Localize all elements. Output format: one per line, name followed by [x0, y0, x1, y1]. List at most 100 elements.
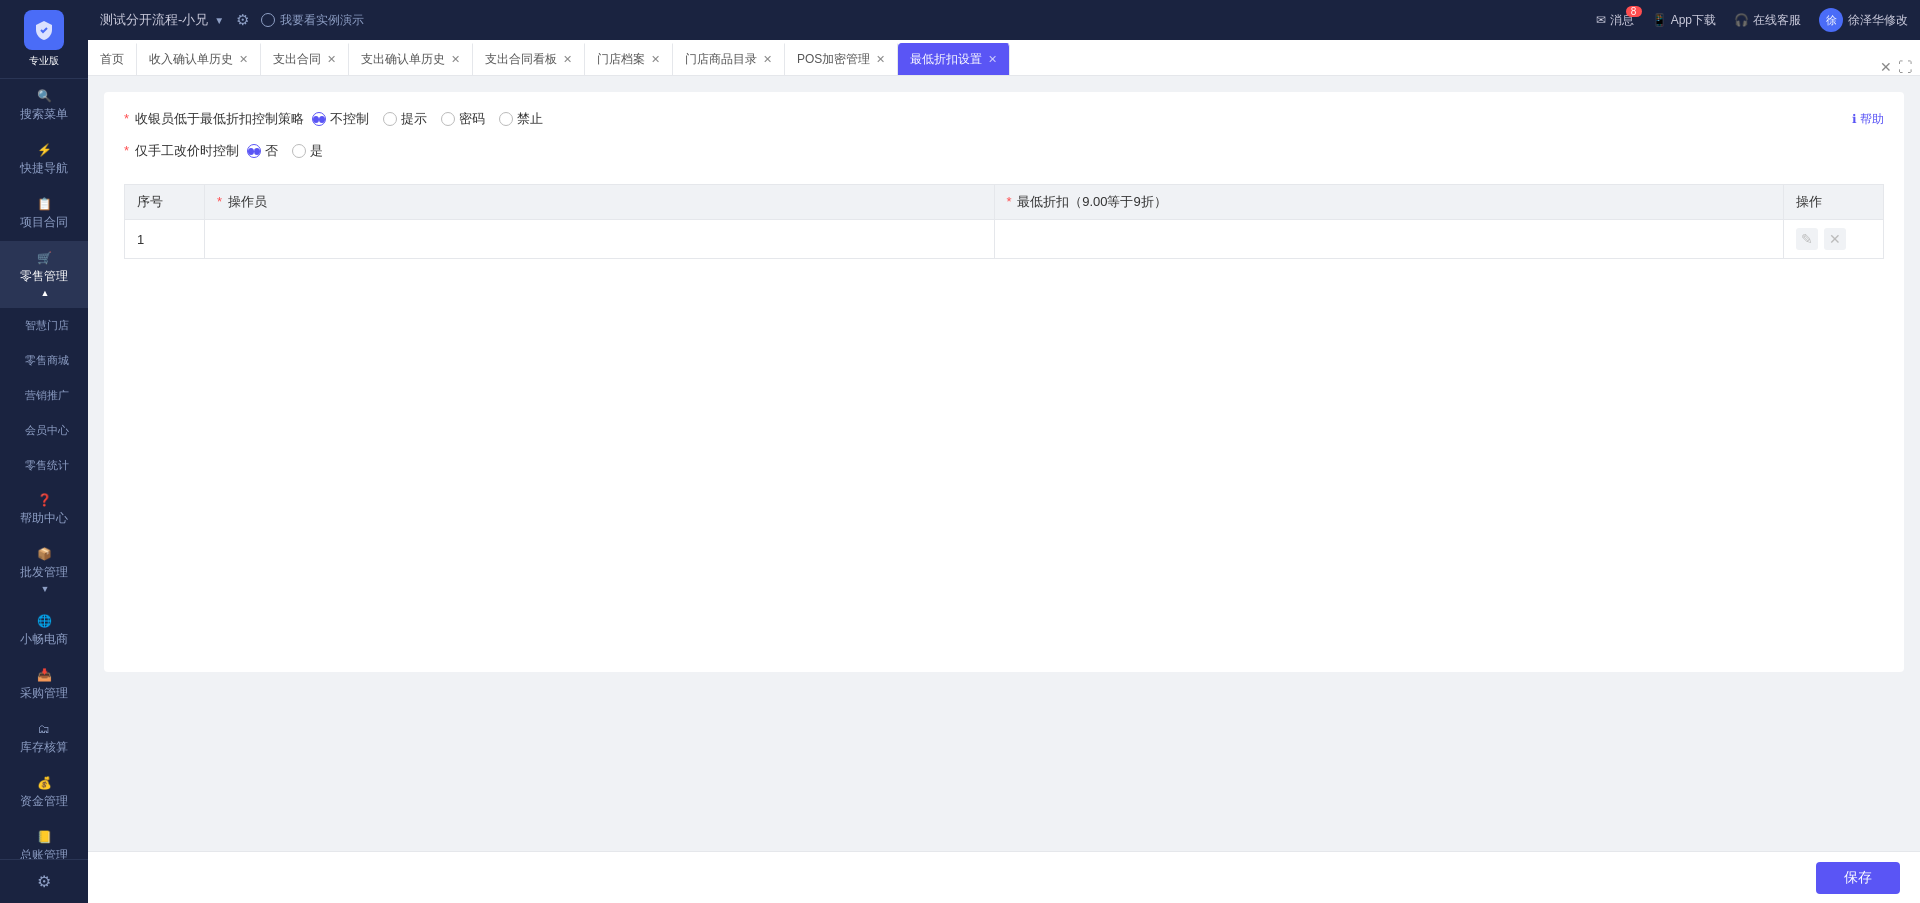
ledger-icon: 📒	[37, 830, 52, 844]
demo-link[interactable]: 我要看实例演示	[261, 12, 364, 29]
sidebar-bottom: ⚙	[0, 859, 88, 903]
chevron-down-icon: ▼	[41, 584, 50, 594]
project-selector[interactable]: 测试分开流程-小兄 ▼	[100, 11, 224, 29]
purchase-icon: 📥	[37, 668, 52, 682]
footer: 保存	[88, 851, 1920, 903]
tab-min-discount[interactable]: 最低折扣设置 ✕	[898, 43, 1010, 75]
close-tab-expense-history[interactable]: ✕	[451, 53, 460, 66]
chevron-up-icon: ▲	[41, 288, 50, 298]
delete-row-button-1[interactable]: ✕	[1824, 228, 1846, 250]
operator-input-1[interactable]	[217, 232, 982, 247]
close-tab-min-discount[interactable]: ✕	[988, 53, 997, 66]
field1-label: * 收银员低于最低折扣控制策略	[124, 110, 304, 128]
tab-store-file[interactable]: 门店档案 ✕	[585, 43, 673, 75]
messages-badge: 8	[1626, 6, 1642, 17]
logo-icon	[24, 10, 64, 50]
sidebar-item-wholesale[interactable]: 📦 批发管理 ▼	[0, 537, 88, 604]
tab-expense-history[interactable]: 支出确认单历史 ✕	[349, 43, 473, 75]
contract-icon: 📋	[37, 197, 52, 211]
discount-table: 序号 * 操作员 * 最低折扣（9.00等于9折） 操作	[124, 184, 1884, 259]
close-tab-pos-encryption[interactable]: ✕	[876, 53, 885, 66]
form-row-2: * 仅手工改价时控制 否 是	[124, 142, 1884, 160]
retail-icon: 🛒	[37, 251, 52, 265]
required-marker-1: *	[124, 111, 129, 126]
project-dropdown-arrow: ▼	[214, 15, 224, 26]
demo-circle-icon	[261, 13, 275, 27]
radio-forbid[interactable]: 禁止	[499, 110, 543, 128]
tab-expense-board[interactable]: 支出合同看板 ✕	[473, 43, 585, 75]
sidebar-item-purchase[interactable]: 📥 采购管理	[0, 658, 88, 712]
app-download-button[interactable]: 📱 App下载	[1652, 12, 1716, 29]
help-icon: ❓	[37, 493, 52, 507]
cell-operator-1[interactable]	[205, 220, 995, 259]
sidebar-nav: 🔍 搜索菜单 ⚡ 快捷导航 📋 项目合同 🛒 零售管理 ▲ 智慧门店 零售商城 …	[0, 79, 88, 859]
online-service-button[interactable]: 🎧 在线客服	[1734, 12, 1801, 29]
messages-button[interactable]: ✉ 消息 8	[1596, 12, 1634, 29]
sidebar-item-ecommerce[interactable]: 🌐 小畅电商	[0, 604, 88, 658]
help-link[interactable]: ℹ 帮助	[1852, 111, 1884, 128]
ecommerce-icon: 🌐	[37, 614, 52, 628]
sidebar-item-quicknav[interactable]: ⚡ 快捷导航	[0, 133, 88, 187]
tab-expense-contract[interactable]: 支出合同 ✕	[261, 43, 349, 75]
sidebar-item-help[interactable]: ❓ 帮助中心	[0, 483, 88, 537]
close-all-tabs-button[interactable]: ✕	[1880, 59, 1892, 75]
tab-store-products[interactable]: 门店商品目录 ✕	[673, 43, 785, 75]
message-icon: ✉	[1596, 13, 1606, 27]
radio-hint[interactable]: 提示	[383, 110, 427, 128]
radio-password[interactable]: 密码	[441, 110, 485, 128]
user-profile[interactable]: 徐 徐泽华修改	[1819, 8, 1908, 32]
field2-label: * 仅手工改价时控制	[124, 142, 239, 160]
logo-text: 专业版	[29, 54, 59, 68]
close-tab-income-history[interactable]: ✕	[239, 53, 248, 66]
col-operator: * 操作员	[205, 185, 995, 220]
inventory-icon: 🗂	[38, 722, 50, 736]
radio-no-control[interactable]: 不控制	[312, 110, 369, 128]
radio-circle-no-control	[312, 112, 326, 126]
col-min-discount: * 最低折扣（9.00等于9折）	[994, 185, 1784, 220]
topbar: 测试分开流程-小兄 ▼ ⚙ 我要看实例演示 ✉ 消息 8 📱 App下载 🎧 在…	[88, 0, 1920, 40]
sidebar: 专业版 🔍 搜索菜单 ⚡ 快捷导航 📋 项目合同 🛒 零售管理 ▲ 智慧门店 零…	[0, 0, 88, 903]
save-button[interactable]: 保存	[1816, 862, 1900, 894]
fullscreen-button[interactable]: ⛶	[1898, 59, 1912, 75]
sidebar-item-retail-stats[interactable]: 零售统计	[0, 448, 88, 483]
close-tab-expense-contract[interactable]: ✕	[327, 53, 336, 66]
sidebar-item-contract[interactable]: 📋 项目合同	[0, 187, 88, 241]
radio-no[interactable]: 否	[247, 142, 278, 160]
col-action: 操作	[1784, 185, 1884, 220]
project-name: 测试分开流程-小兄	[100, 11, 208, 29]
topbar-right: ✉ 消息 8 📱 App下载 🎧 在线客服 徐 徐泽华修改	[1596, 8, 1908, 32]
sidebar-logo: 专业版	[0, 0, 88, 79]
discount-input-1[interactable]	[1007, 232, 1772, 247]
col-index: 序号	[125, 185, 205, 220]
sidebar-item-ledger[interactable]: 📒 总账管理	[0, 820, 88, 859]
sidebar-item-retail-mall[interactable]: 零售商城	[0, 343, 88, 378]
sidebar-item-search[interactable]: 🔍 搜索菜单	[0, 79, 88, 133]
close-tab-expense-board[interactable]: ✕	[563, 53, 572, 66]
sidebar-item-member[interactable]: 会员中心	[0, 413, 88, 448]
tabbar-actions: ✕ ⛶	[1872, 59, 1920, 75]
tab-income-history[interactable]: 收入确认单历史 ✕	[137, 43, 261, 75]
settings-icon[interactable]: ⚙	[37, 872, 51, 891]
download-icon: 📱	[1652, 13, 1667, 27]
cell-index-1: 1	[125, 220, 205, 259]
tab-pos-encryption[interactable]: POS加密管理 ✕	[785, 43, 898, 75]
sidebar-item-smart-store[interactable]: 智慧门店	[0, 308, 88, 343]
row-action-icons-1: ✎ ✕	[1796, 228, 1871, 250]
radio-circle-yes	[292, 144, 306, 158]
form-row-1: * 收银员低于最低折扣控制策略 不控制 提示 密码	[124, 110, 1884, 128]
sidebar-item-finance[interactable]: 💰 资金管理	[0, 766, 88, 820]
sidebar-item-inventory[interactable]: 🗂 库存核算	[0, 712, 88, 766]
close-tab-store-products[interactable]: ✕	[763, 53, 772, 66]
cell-discount-1[interactable]	[994, 220, 1784, 259]
cell-actions-1: ✎ ✕	[1784, 220, 1884, 259]
main-card: * 收银员低于最低折扣控制策略 不控制 提示 密码	[104, 92, 1904, 672]
topbar-settings-icon[interactable]: ⚙	[236, 11, 249, 29]
close-tab-store-file[interactable]: ✕	[651, 53, 660, 66]
tab-home[interactable]: 首页	[88, 43, 137, 75]
edit-row-button-1[interactable]: ✎	[1796, 228, 1818, 250]
sidebar-item-retail[interactable]: 🛒 零售管理 ▲	[0, 241, 88, 308]
sidebar-item-marketing[interactable]: 营销推广	[0, 378, 88, 413]
main-area: 测试分开流程-小兄 ▼ ⚙ 我要看实例演示 ✉ 消息 8 📱 App下载 🎧 在…	[88, 0, 1920, 903]
radio-circle-password	[441, 112, 455, 126]
radio-yes[interactable]: 是	[292, 142, 323, 160]
